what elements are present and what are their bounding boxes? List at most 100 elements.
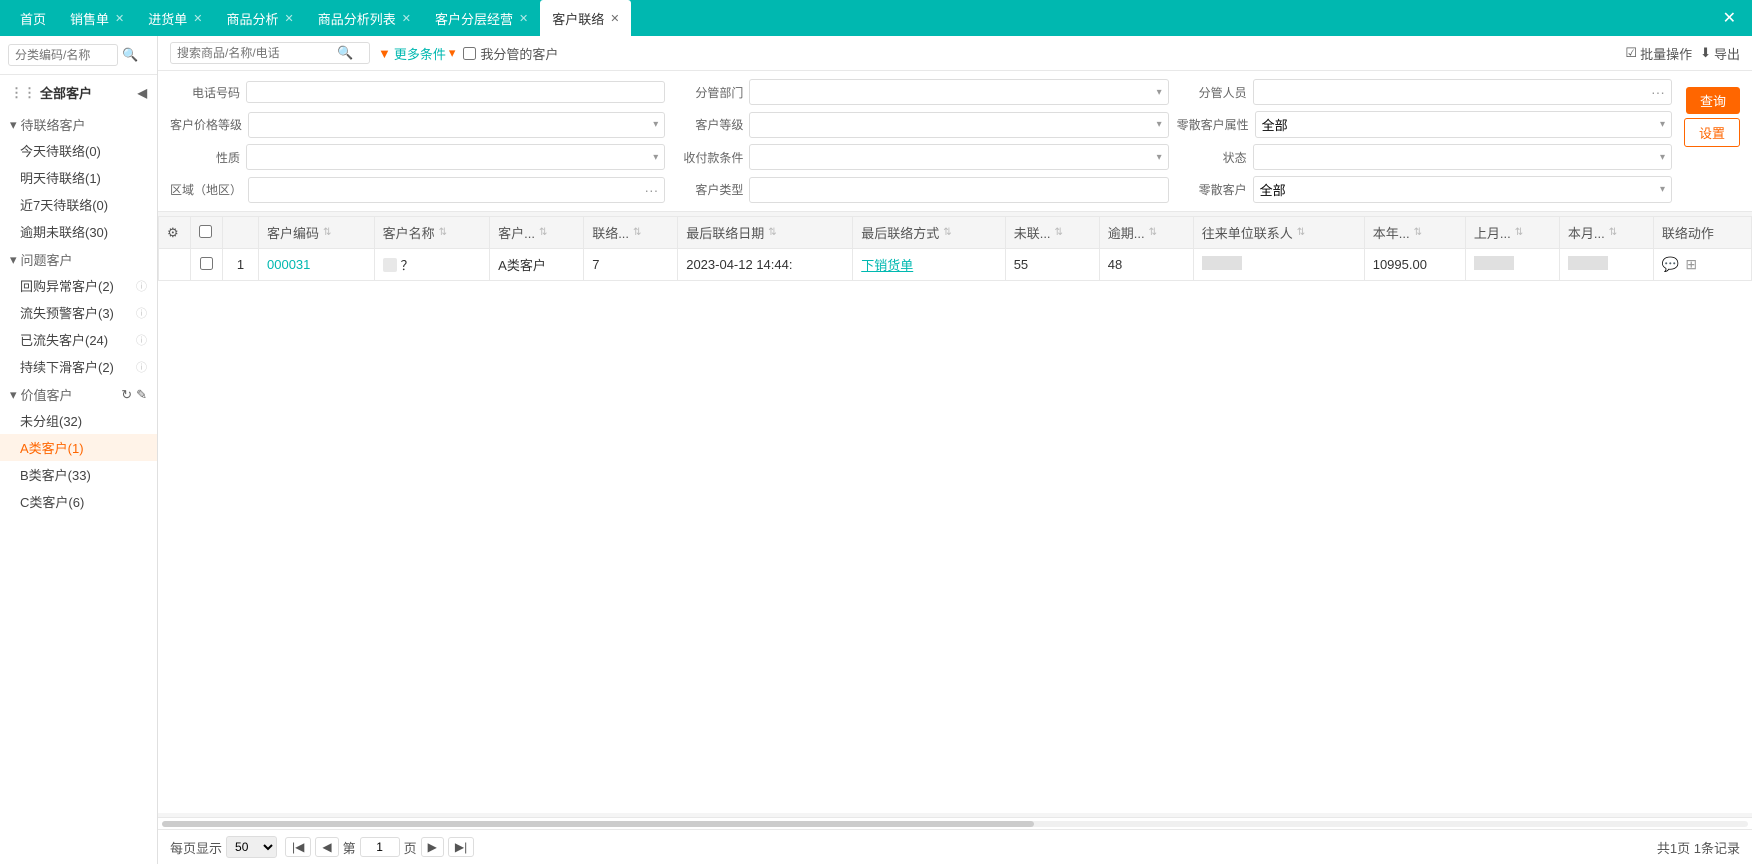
edit-icon[interactable]: ✎: [136, 387, 147, 403]
section-problem-customers[interactable]: ▾ 问题客户: [0, 245, 157, 272]
sidebar-all-customers-label[interactable]: 全部客户: [40, 83, 138, 102]
close-product-analysis-icon[interactable]: ✕: [285, 12, 294, 25]
col-settings[interactable]: ⚙: [159, 217, 191, 249]
row-name-cell: ？: [383, 255, 482, 274]
sidebar-item-churn[interactable]: 流失预警客户(3) ⓘ: [0, 299, 157, 326]
sort-contact-icon[interactable]: ⇅: [633, 227, 641, 238]
filter-nature-select[interactable]: ▾: [246, 144, 665, 170]
col-last-date: 最后联络日期⇅: [678, 217, 853, 249]
per-page-select[interactable]: 50 100 200: [226, 836, 277, 858]
filter-customer-type-select[interactable]: [749, 177, 1168, 203]
last-page-btn[interactable]: ▶|: [448, 837, 474, 857]
nav-home[interactable]: 首页: [8, 0, 58, 36]
section-value-customers[interactable]: ▾ 价值客户 ↻ ✎: [0, 380, 157, 407]
sort-contact-person-icon[interactable]: ⇅: [1297, 227, 1305, 238]
query-btn[interactable]: 查询: [1686, 87, 1740, 114]
filter-retail-attr-label: 零散客户属性: [1177, 116, 1249, 133]
sidebar-item-tomorrow[interactable]: 明天待联络(1): [0, 164, 157, 191]
next-page-btn[interactable]: ▶: [421, 837, 444, 857]
sort-type-icon[interactable]: ⇅: [539, 227, 547, 238]
sidebar-item-week[interactable]: 近7天待联络(0): [0, 191, 157, 218]
gear-icon[interactable]: ⚙: [167, 225, 179, 240]
chevron-retail-icon: ▾: [1660, 184, 1665, 195]
col-name: 客户名称⇅: [374, 217, 490, 249]
filter-retail-select[interactable]: 全部 ▾: [1253, 176, 1672, 203]
sidebar-item-c-class[interactable]: C类客户(6): [0, 488, 157, 515]
filter-person-select[interactable]: ···: [1253, 79, 1672, 105]
nav-product-list[interactable]: 商品分析列表 ✕: [306, 0, 423, 36]
nav-purchase[interactable]: 进货单 ✕: [136, 0, 214, 36]
toolbar-search-input[interactable]: [177, 46, 337, 60]
first-page-btn[interactable]: |◀: [285, 837, 311, 857]
sidebar-item-repurchase[interactable]: 回购异常客户(2) ⓘ: [0, 272, 157, 299]
filter-region-select[interactable]: ···: [248, 177, 665, 203]
nav-customer-layer[interactable]: 客户分层经营 ✕: [423, 0, 540, 36]
sidebar-search-icon[interactable]: 🔍: [122, 47, 138, 63]
filter-more-btn[interactable]: ▼ 更多条件 ▾: [378, 44, 455, 63]
nav-product-analysis[interactable]: 商品分析 ✕: [214, 0, 305, 36]
close-customer-contact-icon[interactable]: ✕: [610, 12, 619, 25]
sort-overdue-icon[interactable]: ⇅: [1149, 227, 1157, 238]
qr-icon[interactable]: ⊞: [1685, 256, 1697, 273]
sort-date-icon[interactable]: ⇅: [768, 227, 776, 238]
select-all-checkbox[interactable]: [199, 225, 212, 238]
my-customers-checkbox-area[interactable]: 我分管的客户: [463, 44, 558, 63]
export-btn[interactable]: ⬇ 导出: [1700, 44, 1740, 63]
section-pending-contact[interactable]: ▾ 待联络客户: [0, 110, 157, 137]
sidebar-search-input[interactable]: [8, 44, 118, 66]
filter-customer-level-select[interactable]: ▾: [749, 112, 1168, 138]
filter-payment: 收付款条件 ▾: [673, 144, 1168, 170]
close-product-list-icon[interactable]: ✕: [402, 12, 411, 25]
scroll-thumb[interactable]: [162, 821, 1034, 827]
chat-icon[interactable]: 💬: [1662, 256, 1679, 273]
close-purchase-icon[interactable]: ✕: [193, 12, 202, 25]
sidebar-item-today[interactable]: 今天待联络(0): [0, 137, 157, 164]
app-close-icon[interactable]: ✕: [1715, 8, 1744, 28]
sidebar-item-a-class[interactable]: A类客户(1): [0, 434, 157, 461]
sort-name-icon[interactable]: ⇅: [439, 227, 447, 238]
sort-no-contact-icon[interactable]: ⇅: [1055, 227, 1063, 238]
sidebar-collapse-icon[interactable]: ◀: [138, 86, 147, 100]
col-contact: 联络...⇅: [584, 217, 678, 249]
sidebar-item-ungrouped[interactable]: 未分组(32): [0, 407, 157, 434]
refresh-icon[interactable]: ↻: [121, 387, 132, 403]
filter-phone-input[interactable]: [246, 81, 665, 103]
col-this-year: 本年...⇅: [1364, 217, 1465, 249]
col-no-contact: 未联...⇅: [1005, 217, 1099, 249]
filter-price-level: 客户价格等级 ▾: [170, 112, 665, 138]
sidebar-item-overdue[interactable]: 逾期未联络(30): [0, 218, 157, 245]
filter-retail-attr-select[interactable]: 全部 ▾: [1255, 111, 1672, 138]
close-customer-layer-icon[interactable]: ✕: [519, 12, 528, 25]
row-code[interactable]: 000031: [267, 257, 310, 272]
my-customers-checkbox[interactable]: [463, 47, 476, 60]
toolbar-search-icon[interactable]: 🔍: [337, 45, 353, 61]
settings-btn[interactable]: 设置: [1684, 118, 1740, 147]
page-input[interactable]: [360, 837, 400, 857]
sidebar-all-customers-header: ⋮⋮ 全部客户 ◀: [0, 75, 157, 110]
filter-dept-select[interactable]: ▾: [749, 79, 1168, 105]
prev-page-btn[interactable]: ◀: [315, 837, 338, 857]
sort-this-month-icon[interactable]: ⇅: [1609, 227, 1617, 238]
col-last-method: 最后联络方式⇅: [853, 217, 1005, 249]
filter-status-select[interactable]: ▾: [1253, 144, 1672, 170]
filter-payment-select[interactable]: ▾: [749, 144, 1168, 170]
sort-method-icon[interactable]: ⇅: [943, 227, 951, 238]
nav-customer-contact[interactable]: 客户联络 ✕: [540, 0, 631, 36]
row-checkbox[interactable]: [200, 257, 213, 270]
nav-sales[interactable]: 销售单 ✕: [58, 0, 136, 36]
batch-op-btn[interactable]: ☑ 批量操作: [1625, 44, 1692, 63]
sidebar-item-b-class[interactable]: B类客户(33): [0, 461, 157, 488]
row-code-col: 000031: [259, 249, 375, 281]
col-num: [223, 217, 259, 249]
horizontal-scrollbar[interactable]: [158, 817, 1752, 829]
sort-code-icon[interactable]: ⇅: [323, 227, 331, 238]
sort-year-icon[interactable]: ⇅: [1414, 227, 1422, 238]
row-last-method[interactable]: 下销货单: [861, 258, 913, 273]
sidebar-item-decline[interactable]: 持续下滑客户(2) ⓘ: [0, 353, 157, 380]
close-sales-icon[interactable]: ✕: [115, 12, 124, 25]
filter-price-level-select[interactable]: ▾: [248, 112, 665, 138]
col-this-month: 本月...⇅: [1559, 217, 1653, 249]
sort-last-month-icon[interactable]: ⇅: [1515, 227, 1523, 238]
funnel-icon: ▼: [378, 46, 391, 61]
sidebar-item-lost[interactable]: 已流失客户(24) ⓘ: [0, 326, 157, 353]
